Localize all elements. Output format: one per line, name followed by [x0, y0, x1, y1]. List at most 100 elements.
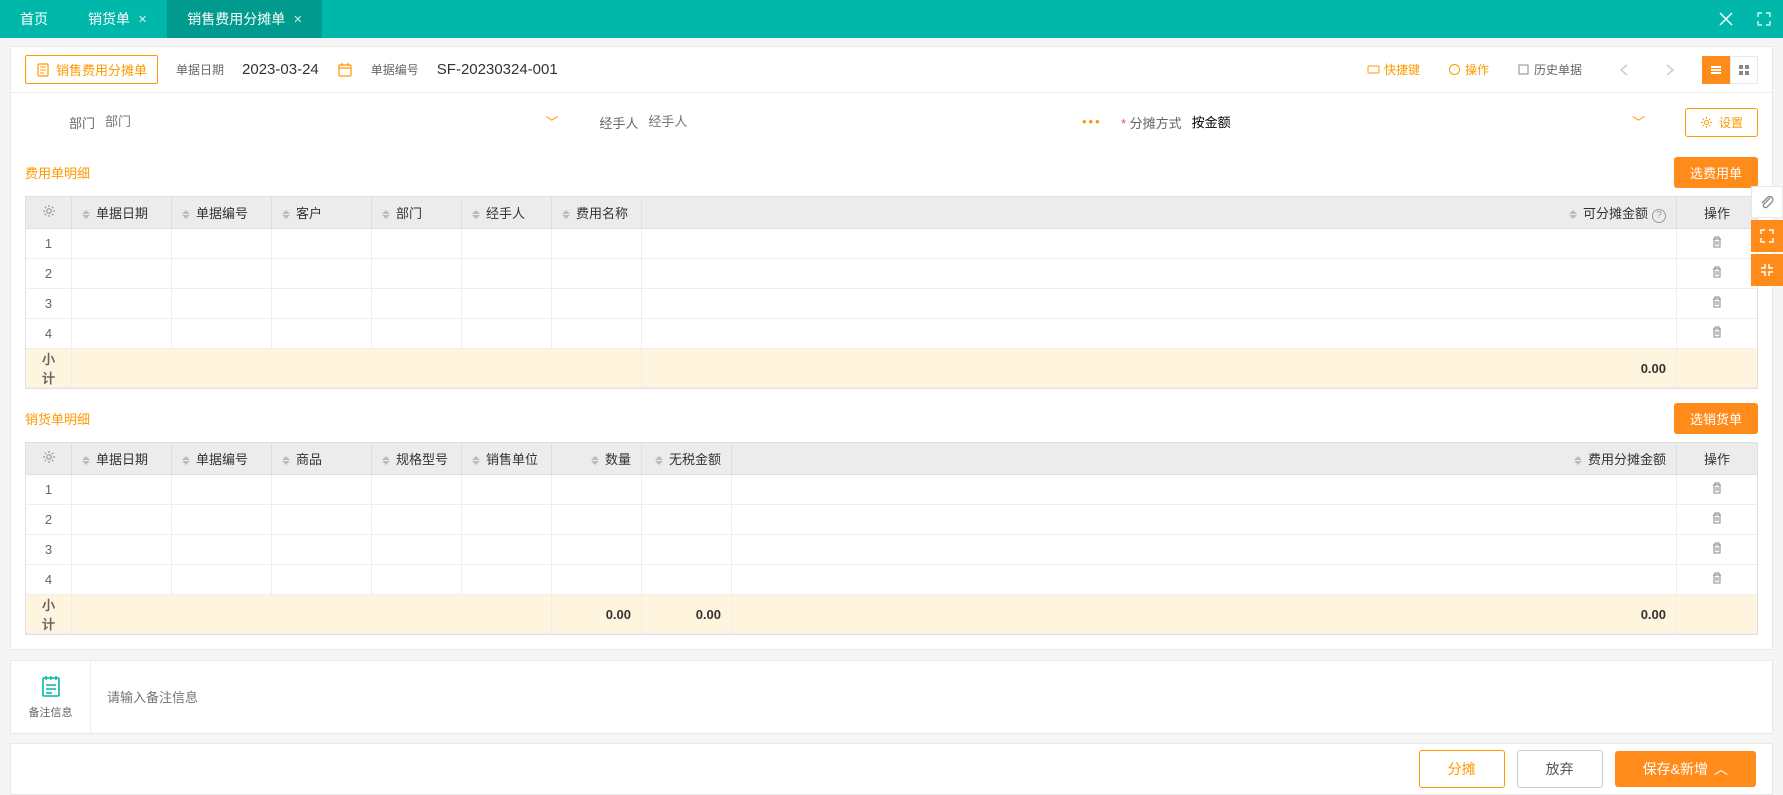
view-grid-button[interactable] [1730, 56, 1758, 84]
trash-icon [1710, 571, 1724, 585]
col-notax-amount[interactable]: 无税金额 [642, 443, 732, 475]
sales-detail-title: 销货单明细 [25, 409, 90, 428]
subtotal-amount: 0.00 [642, 349, 1677, 388]
settings-button[interactable]: 设置 [1685, 108, 1758, 137]
next-record-button[interactable] [1656, 56, 1684, 84]
close-icon[interactable]: ✕ [293, 13, 302, 26]
docno-label: 单据编号 [371, 61, 419, 78]
close-icon[interactable]: ✕ [138, 13, 147, 26]
trash-icon [1710, 235, 1724, 249]
trash-icon [1710, 541, 1724, 555]
col-no[interactable]: 单据编号 [172, 197, 272, 229]
discard-button[interactable]: 放弃 [1517, 750, 1603, 788]
select-sales-order-button[interactable]: 选销货单 [1674, 403, 1758, 434]
col-product[interactable]: 商品 [272, 443, 372, 475]
delete-row-button[interactable] [1710, 513, 1724, 528]
chevron-down-icon: ﹀ [545, 112, 558, 131]
col-dept[interactable]: 部门 [372, 197, 462, 229]
tab-home[interactable]: 首页 [0, 0, 68, 38]
row-number: 2 [26, 259, 72, 289]
col-date[interactable]: 单据日期 [72, 443, 172, 475]
window-fullscreen-button[interactable] [1745, 0, 1783, 38]
delete-row-button[interactable] [1710, 327, 1724, 342]
col-gear[interactable] [26, 443, 72, 475]
delete-row-button[interactable] [1710, 267, 1724, 282]
col-customer[interactable]: 客户 [272, 197, 372, 229]
table-row[interactable]: 3 [26, 535, 1757, 565]
document-type-tag: 销售费用分摊单 [25, 55, 158, 84]
prev-record-button[interactable] [1610, 56, 1638, 84]
dept-input[interactable] [105, 114, 544, 129]
more-icon: ••• [1082, 114, 1102, 129]
row-number: 4 [26, 565, 72, 595]
col-allocated-fee[interactable]: 费用分摊金额 [732, 443, 1677, 475]
delete-row-button[interactable] [1710, 483, 1724, 498]
tab-sales-fee-allocation[interactable]: 销售费用分摊单✕ [167, 0, 322, 38]
table-row[interactable]: 3 [26, 289, 1757, 319]
handler-select[interactable]: ••• [648, 107, 1111, 137]
tab-sales-order[interactable]: 销货单✕ [68, 0, 167, 38]
help-icon[interactable]: ? [1652, 209, 1666, 223]
row-number: 4 [26, 319, 72, 349]
delete-row-button[interactable] [1710, 237, 1724, 252]
row-number: 2 [26, 505, 72, 535]
delete-row-button[interactable] [1710, 543, 1724, 558]
history-link[interactable]: 历史单据 [1517, 61, 1582, 78]
col-gear[interactable] [26, 197, 72, 229]
col-action: 操作 [1677, 197, 1757, 229]
docno-value: SF-20230324-001 [437, 61, 558, 78]
panel-header: 销售费用分摊单 单据日期 2023-03-24 单据编号 SF-20230324… [11, 47, 1772, 93]
delete-row-button[interactable] [1710, 573, 1724, 588]
table-row[interactable]: 4 [26, 565, 1757, 595]
handler-label: 经手人 [568, 113, 648, 132]
dept-label: 部门 [25, 113, 105, 132]
row-number: 1 [26, 475, 72, 505]
col-unit[interactable]: 销售单位 [462, 443, 552, 475]
col-action: 操作 [1677, 443, 1757, 475]
handler-input[interactable] [648, 114, 1087, 129]
col-allocatable-amount[interactable]: 可分摊金额? [642, 197, 1677, 229]
trash-icon [1710, 511, 1724, 525]
col-qty[interactable]: 数量 [552, 443, 642, 475]
operations-link[interactable]: 操作 [1448, 61, 1489, 78]
window-close-button[interactable] [1707, 0, 1745, 38]
note-icon [38, 674, 64, 700]
table-row[interactable]: 1 [26, 475, 1757, 505]
allocate-button[interactable]: 分摊 [1419, 750, 1505, 788]
side-rail [1751, 186, 1783, 288]
collapse-button[interactable] [1751, 254, 1783, 286]
method-select[interactable]: ﹀ [1192, 107, 1655, 137]
col-feename[interactable]: 费用名称 [552, 197, 642, 229]
remark-input[interactable] [91, 661, 1772, 733]
select-fee-order-button[interactable]: 选费用单 [1674, 157, 1758, 188]
table-row[interactable]: 1 [26, 229, 1757, 259]
table-row[interactable]: 2 [26, 505, 1757, 535]
method-label: 分摊方式 [1112, 113, 1192, 132]
attachment-button[interactable] [1751, 186, 1783, 218]
view-list-button[interactable] [1702, 56, 1730, 84]
col-handler[interactable]: 经手人 [462, 197, 552, 229]
sales-detail-table: 单据日期 单据编号 商品 规格型号 销售单位 数量 无税金额 费用分摊金额 操作… [25, 442, 1758, 635]
shortcuts-link[interactable]: 快捷键 [1367, 61, 1420, 78]
date-value[interactable]: 2023-03-24 [242, 61, 319, 78]
subtotal-label: 小计 [26, 349, 72, 388]
col-spec[interactable]: 规格型号 [372, 443, 462, 475]
subtotal-label: 小计 [26, 595, 72, 634]
delete-row-button[interactable] [1710, 297, 1724, 312]
remark-panel: 备注信息 [10, 660, 1773, 734]
col-no[interactable]: 单据编号 [172, 443, 272, 475]
row-number: 1 [26, 229, 72, 259]
main-panel: 销售费用分摊单 单据日期 2023-03-24 单据编号 SF-20230324… [10, 46, 1773, 650]
dept-select[interactable]: ﹀ [105, 107, 568, 137]
expand-button[interactable] [1751, 220, 1783, 252]
remark-label: 备注信息 [29, 704, 73, 720]
method-input[interactable] [1192, 114, 1631, 129]
save-and-new-button[interactable]: 保存&新增︿ [1615, 751, 1756, 787]
chevron-down-icon: ﹀ [1632, 112, 1645, 131]
subtotal-qty: 0.00 [552, 595, 642, 634]
expand-icon [1759, 228, 1775, 244]
col-date[interactable]: 单据日期 [72, 197, 172, 229]
calendar-icon[interactable] [337, 62, 353, 78]
table-row[interactable]: 2 [26, 259, 1757, 289]
table-row[interactable]: 4 [26, 319, 1757, 349]
